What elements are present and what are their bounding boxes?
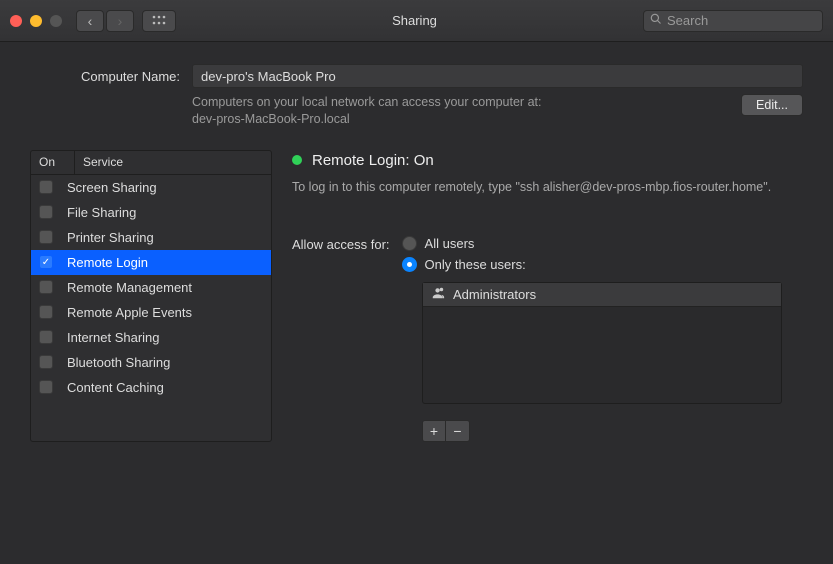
- services-table: On Service Screen Sharing File Sharing Pri…: [30, 150, 272, 442]
- service-label: Remote Management: [67, 280, 192, 295]
- service-row[interactable]: Remote Management: [31, 275, 271, 300]
- grid-icon: [152, 14, 166, 28]
- column-header-on[interactable]: On: [31, 151, 75, 174]
- service-checkbox[interactable]: ✓: [39, 255, 53, 269]
- service-label: File Sharing: [67, 205, 136, 220]
- search-placeholder: Search: [667, 13, 708, 28]
- service-label: Internet Sharing: [67, 330, 160, 345]
- service-checkbox[interactable]: [39, 230, 53, 244]
- service-label: Remote Login: [67, 255, 148, 270]
- service-label: Bluetooth Sharing: [67, 355, 170, 370]
- service-label: Printer Sharing: [67, 230, 154, 245]
- zoom-window-button[interactable]: [50, 15, 62, 27]
- edit-hostname-button[interactable]: Edit...: [741, 94, 803, 116]
- service-checkbox[interactable]: [39, 280, 53, 294]
- services-header: On Service: [31, 151, 271, 175]
- status-row: Remote Login: On: [292, 152, 803, 169]
- service-label: Remote Apple Events: [67, 305, 192, 320]
- radio-only-label: Only these users:: [425, 257, 526, 272]
- service-row[interactable]: Content Caching: [31, 375, 271, 400]
- nav-buttons: ‹ ›: [76, 10, 134, 32]
- service-label: Screen Sharing: [67, 180, 157, 195]
- service-checkbox[interactable]: [39, 330, 53, 344]
- service-row[interactable]: Bluetooth Sharing: [31, 350, 271, 375]
- computer-name-input[interactable]: [192, 64, 803, 88]
- service-row[interactable]: Printer Sharing: [31, 225, 271, 250]
- service-checkbox[interactable]: [39, 380, 53, 394]
- service-row[interactable]: File Sharing: [31, 200, 271, 225]
- service-row[interactable]: Screen Sharing: [31, 175, 271, 200]
- forward-button[interactable]: ›: [106, 10, 134, 32]
- service-checkbox[interactable]: [39, 205, 53, 219]
- hostname-hint: Computers on your local network can acce…: [192, 94, 729, 128]
- add-user-button[interactable]: +: [422, 420, 446, 442]
- service-checkbox[interactable]: [39, 355, 53, 369]
- allow-access-row: Allow access for: All users Only these u…: [292, 236, 803, 272]
- close-window-button[interactable]: [10, 15, 22, 27]
- search-input[interactable]: Search: [643, 10, 823, 32]
- service-row[interactable]: ✓ Remote Login: [31, 250, 271, 275]
- minus-icon: −: [453, 423, 461, 439]
- minimize-window-button[interactable]: [30, 15, 42, 27]
- service-checkbox[interactable]: [39, 180, 53, 194]
- service-row[interactable]: Internet Sharing: [31, 325, 271, 350]
- service-row[interactable]: Remote Apple Events: [31, 300, 271, 325]
- radio-all-label: All users: [425, 236, 475, 251]
- computer-name-label: Computer Name:: [30, 69, 180, 84]
- radio-all-users[interactable]: All users: [402, 236, 526, 251]
- login-instructions: To log in to this computer remotely, typ…: [292, 179, 803, 196]
- remove-user-button[interactable]: −: [446, 420, 470, 442]
- radio-button-selected-icon: [402, 257, 417, 272]
- plus-icon: +: [430, 423, 438, 439]
- computer-name-section: Computer Name: Computers on your local n…: [0, 42, 833, 138]
- service-label: Content Caching: [67, 380, 164, 395]
- user-label: Administrators: [453, 287, 536, 302]
- window-title: Sharing: [186, 13, 643, 28]
- back-button[interactable]: ‹: [76, 10, 104, 32]
- window-controls: [10, 15, 62, 27]
- show-all-button[interactable]: [142, 10, 176, 32]
- chevron-left-icon: ‹: [88, 13, 93, 29]
- chevron-right-icon: ›: [118, 13, 123, 29]
- status-label: Remote Login: On: [312, 152, 434, 169]
- radio-only-these-users[interactable]: Only these users:: [402, 257, 526, 272]
- search-icon: [650, 13, 662, 28]
- service-checkbox[interactable]: [39, 305, 53, 319]
- user-row[interactable]: Administrators: [423, 283, 781, 307]
- users-list[interactable]: Administrators: [422, 282, 782, 404]
- users-icon: [431, 286, 445, 303]
- radio-button-icon: [402, 236, 417, 251]
- service-detail: Remote Login: On To log in to this compu…: [292, 150, 803, 442]
- status-dot-icon: [292, 155, 302, 165]
- allow-access-label: Allow access for:: [292, 236, 390, 252]
- add-remove-buttons: + −: [422, 420, 803, 442]
- users-list-blank: [423, 307, 781, 403]
- column-header-service[interactable]: Service: [75, 151, 131, 174]
- titlebar: ‹ › Sharing Search: [0, 0, 833, 42]
- main-content: On Service Screen Sharing File Sharing Pri…: [0, 138, 833, 456]
